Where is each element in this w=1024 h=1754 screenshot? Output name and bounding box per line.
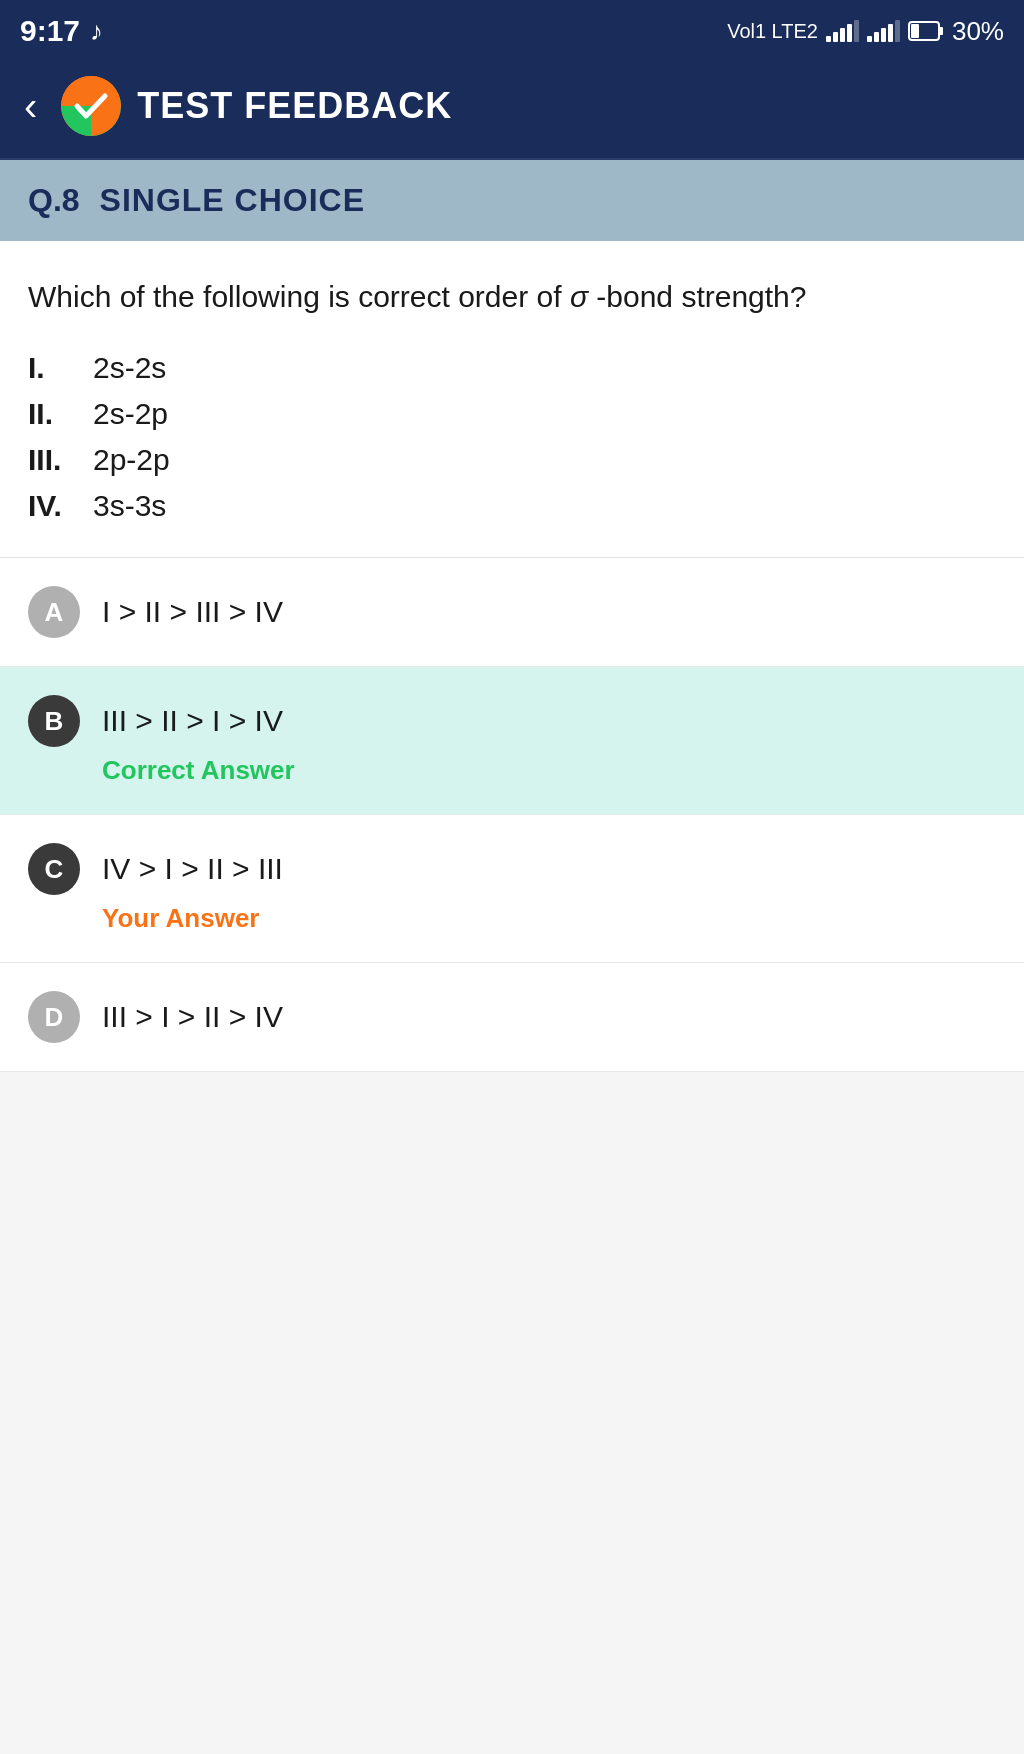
bar3 — [840, 28, 845, 42]
bar5b — [895, 20, 900, 42]
option-d-text: III > I > II > IV — [102, 1000, 283, 1034]
status-right: Vol1 LTE2 30% — [727, 16, 1004, 47]
option-a[interactable]: A I > II > III > IV — [0, 558, 1024, 667]
svg-rect-2 — [911, 24, 919, 38]
question-header: Q.8 SINGLE CHOICE — [0, 160, 1024, 241]
option-b[interactable]: B III > II > I > IV Correct Answer — [0, 667, 1024, 815]
app-header: ‹ TEST FEEDBACK — [0, 58, 1024, 160]
item-2-text: 2s-2p — [93, 397, 168, 431]
status-left: 9:17 ♪ — [20, 14, 103, 48]
option-c-label: C — [45, 854, 64, 885]
option-a-row: A I > II > III > IV — [28, 586, 996, 638]
roman-1: I. — [28, 351, 83, 385]
option-b-label: B — [45, 706, 64, 737]
bar4b — [888, 24, 893, 42]
svg-rect-1 — [939, 27, 943, 35]
option-a-badge: A — [28, 586, 80, 638]
item-1-text: 2s-2s — [93, 351, 166, 385]
option-a-label: A — [45, 597, 64, 628]
back-button[interactable]: ‹ — [16, 86, 45, 126]
signal-bars-2 — [867, 20, 900, 42]
option-c-row: C IV > I > II > III — [28, 843, 996, 895]
battery-percent: 30% — [952, 16, 1004, 47]
item-3-text: 2p-2p — [93, 443, 170, 477]
option-a-text: I > II > III > IV — [102, 595, 283, 629]
your-answer-label: Your Answer — [28, 903, 996, 934]
question-text: Which of the following is correct order … — [28, 273, 996, 321]
status-bar: 9:17 ♪ Vol1 LTE2 30% — [0, 0, 1024, 58]
battery-icon — [908, 20, 944, 42]
option-b-row: B III > II > I > IV — [28, 695, 996, 747]
option-d-row: D III > I > II > IV — [28, 991, 996, 1043]
bar2 — [833, 32, 838, 42]
list-item-4: IV. 3s-3s — [28, 483, 996, 529]
logo-icon — [61, 76, 121, 136]
option-d-label: D — [45, 1002, 64, 1033]
bar1b — [867, 36, 872, 42]
status-time: 9:17 — [20, 14, 80, 48]
correct-answer-label: Correct Answer — [28, 755, 996, 786]
question-body: Which of the following is correct order … — [0, 241, 1024, 558]
option-c[interactable]: C IV > I > II > III Your Answer — [0, 815, 1024, 963]
bar1 — [826, 36, 831, 42]
item-4-text: 3s-3s — [93, 489, 166, 523]
bar3b — [881, 28, 886, 42]
option-d[interactable]: D III > I > II > IV — [0, 963, 1024, 1072]
roman-3: III. — [28, 443, 83, 477]
app-logo — [61, 76, 121, 136]
bar5 — [854, 20, 859, 42]
signal-bars-1 — [826, 20, 859, 42]
roman-2: II. — [28, 397, 83, 431]
option-c-badge: C — [28, 843, 80, 895]
roman-4: IV. — [28, 489, 83, 523]
question-list: I. 2s-2s II. 2s-2p III. 2p-2p IV. 3s-3s — [28, 345, 996, 529]
list-item-3: III. 2p-2p — [28, 437, 996, 483]
question-type: SINGLE CHOICE — [100, 182, 365, 219]
option-b-text: III > II > I > IV — [102, 704, 283, 738]
bar4 — [847, 24, 852, 42]
question-number: Q.8 — [28, 182, 80, 219]
tiktok-icon: ♪ — [90, 16, 103, 47]
option-d-badge: D — [28, 991, 80, 1043]
header-title: TEST FEEDBACK — [137, 85, 452, 127]
option-c-text: IV > I > II > III — [102, 852, 283, 886]
options-container: A I > II > III > IV B III > II > I > IV … — [0, 558, 1024, 1072]
sigma-symbol: σ — [570, 280, 588, 313]
list-item-1: I. 2s-2s — [28, 345, 996, 391]
list-item-2: II. 2s-2p — [28, 391, 996, 437]
lte-label: Vol1 LTE2 — [727, 20, 818, 42]
option-b-badge: B — [28, 695, 80, 747]
bar2b — [874, 32, 879, 42]
